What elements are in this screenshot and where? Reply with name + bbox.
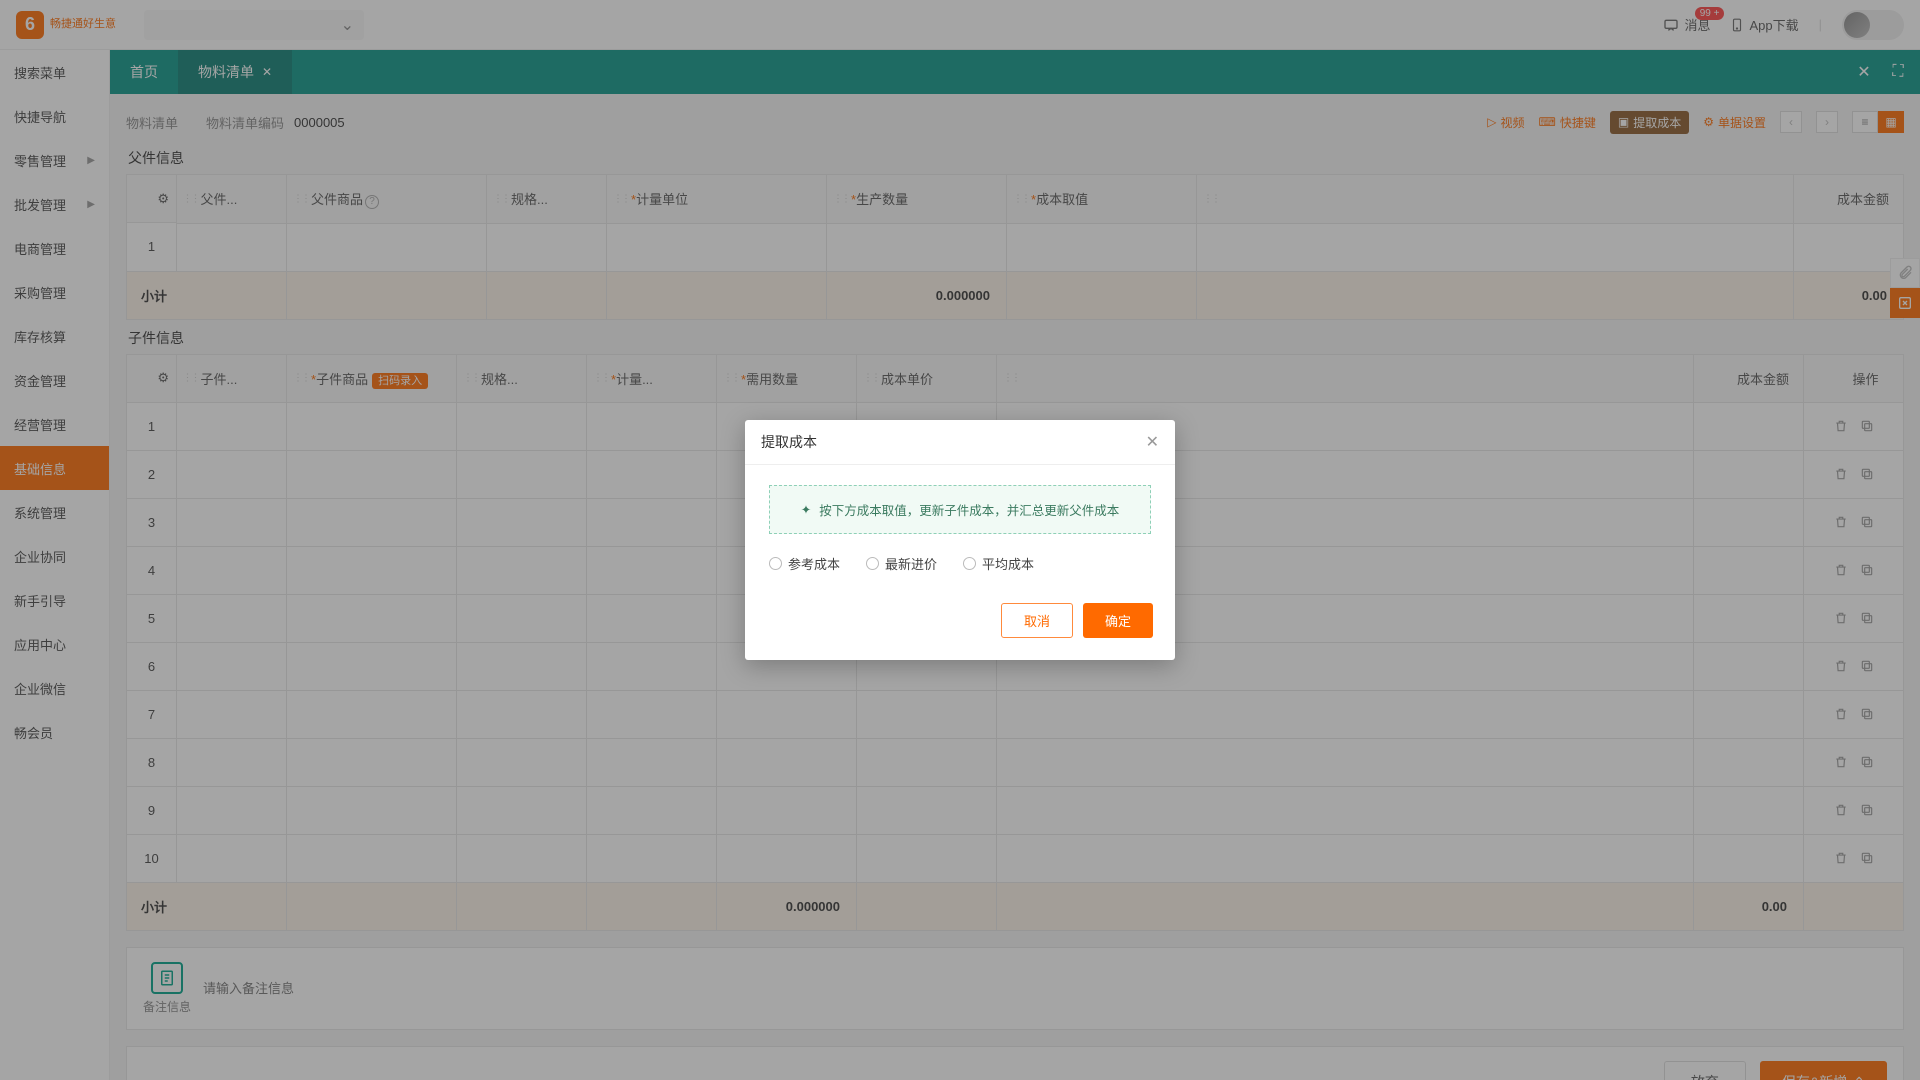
radio-latest-purchase[interactable]: 最新进价 — [866, 554, 937, 573]
modal-title: 提取成本 — [761, 432, 817, 452]
radio-icon — [769, 557, 782, 570]
cancel-button[interactable]: 取消 — [1001, 603, 1073, 638]
modal-hint-text: 按下方成本取值，更新子件成本，并汇总更新父件成本 — [819, 500, 1119, 519]
extract-cost-modal: 提取成本 ✕ ✦ 按下方成本取值，更新子件成本，并汇总更新父件成本 参考成本 最… — [745, 420, 1175, 660]
radio-icon — [866, 557, 879, 570]
modal-header: 提取成本 ✕ — [745, 420, 1175, 465]
modal-body: ✦ 按下方成本取值，更新子件成本，并汇总更新父件成本 参考成本 最新进价 平均成… — [745, 465, 1175, 585]
radio-reference-cost[interactable]: 参考成本 — [769, 554, 840, 573]
modal-footer: 取消 确定 — [745, 585, 1175, 660]
radio-average-cost[interactable]: 平均成本 — [963, 554, 1034, 573]
modal-overlay: 提取成本 ✕ ✦ 按下方成本取值，更新子件成本，并汇总更新父件成本 参考成本 最… — [0, 0, 1920, 1080]
modal-hint: ✦ 按下方成本取值，更新子件成本，并汇总更新父件成本 — [769, 485, 1151, 534]
radio-icon — [963, 557, 976, 570]
lightbulb-icon: ✦ — [801, 502, 811, 517]
close-icon[interactable]: ✕ — [1146, 432, 1159, 452]
confirm-button[interactable]: 确定 — [1083, 603, 1153, 638]
cost-mode-radio-group: 参考成本 最新进价 平均成本 — [769, 554, 1151, 573]
